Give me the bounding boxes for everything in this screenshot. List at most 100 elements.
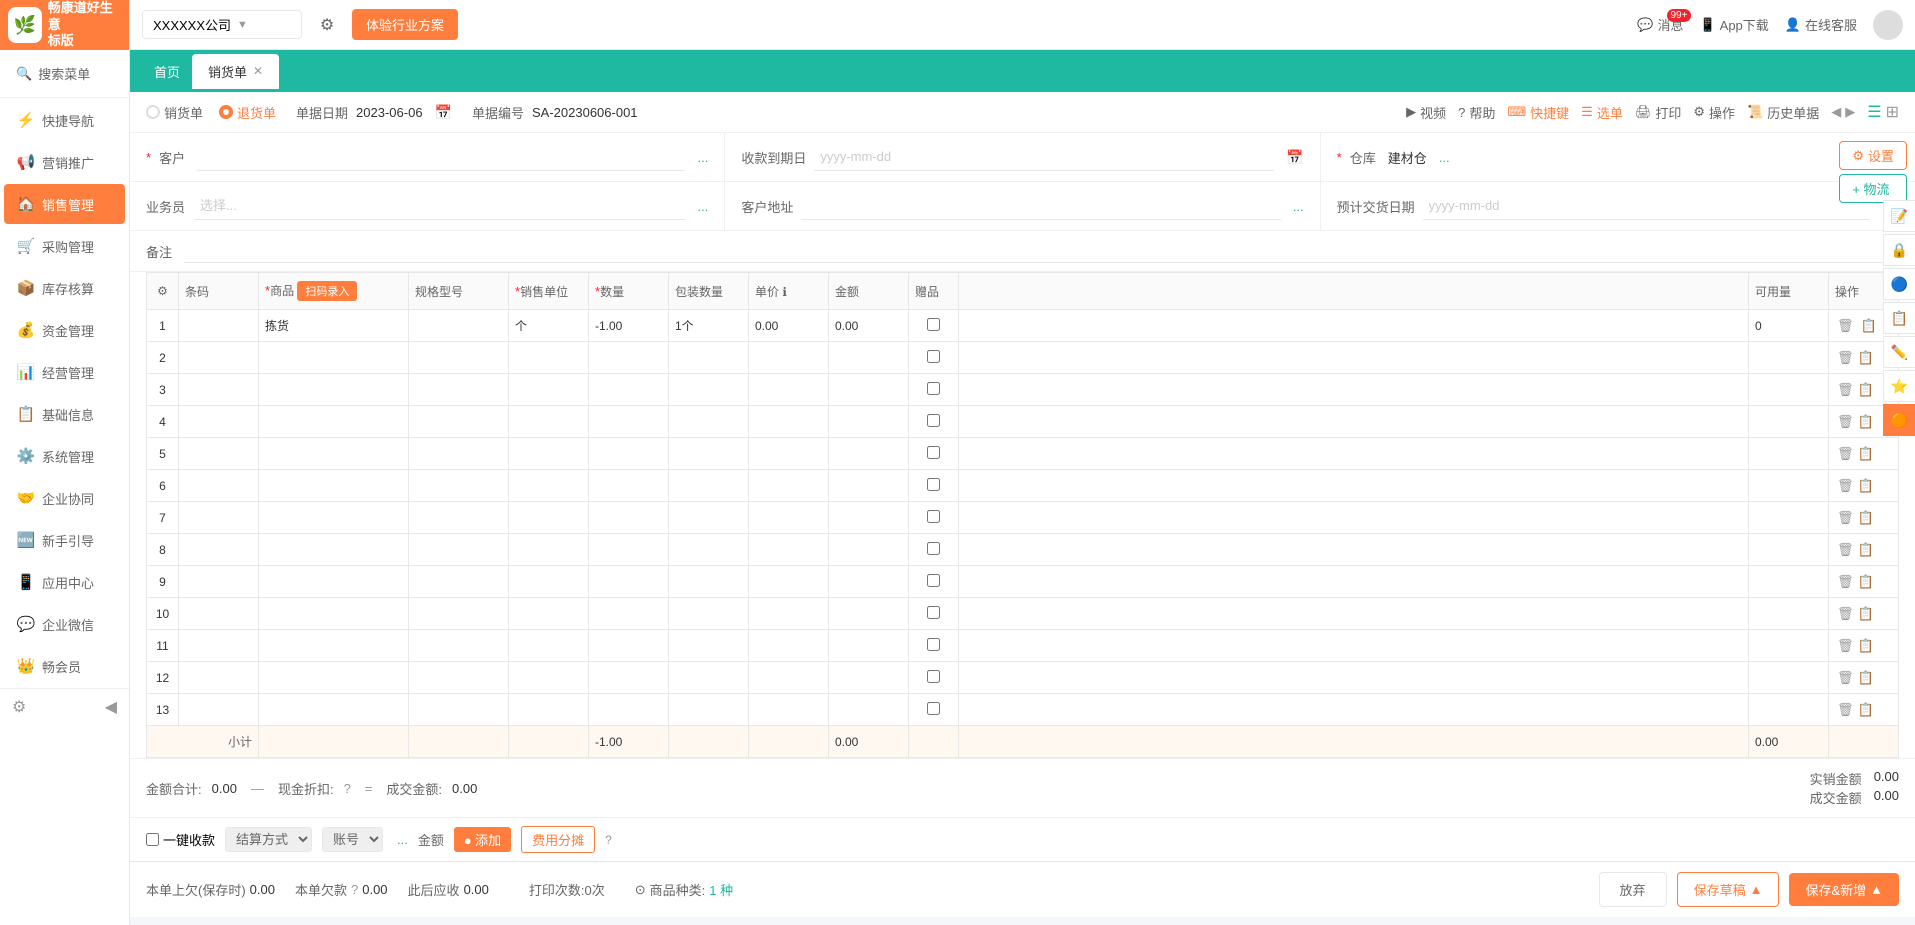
account-dots-icon[interactable]: ... xyxy=(397,832,408,847)
sidebar-item-operations[interactable]: 📊 经营管理 xyxy=(4,352,125,392)
float-btn-3[interactable]: 🔵 xyxy=(1883,268,1915,300)
delete-icon[interactable]: 🗑 xyxy=(1837,414,1854,429)
online-service-item[interactable]: 👤 在线客服 xyxy=(1785,15,1857,34)
sidebar-item-system[interactable]: ⚙️ 系统管理 xyxy=(4,436,125,476)
prev-arrow[interactable]: ◀ xyxy=(1831,104,1841,120)
sidebar-item-member[interactable]: 👑 畅会员 xyxy=(4,646,125,686)
salesperson-input[interactable] xyxy=(194,192,685,220)
save-new-button[interactable]: 保存&新增 ▲ xyxy=(1789,873,1899,906)
delete-icon[interactable]: 🗑 xyxy=(1837,382,1854,397)
logistics-button[interactable]: + 物流 xyxy=(1839,174,1907,203)
barcode-1[interactable] xyxy=(179,310,259,342)
float-btn-4[interactable]: 📋 xyxy=(1883,302,1915,334)
due-date-calendar-icon[interactable]: 📅 xyxy=(1286,149,1303,166)
spec-1[interactable] xyxy=(409,310,509,342)
delete-icon[interactable]: 🗑 xyxy=(1837,638,1854,653)
sidebar-item-purchase[interactable]: 🛒 采购管理 xyxy=(4,226,125,266)
delete-icon[interactable]: 🗑 xyxy=(1837,478,1854,493)
sidebar-item-newbie[interactable]: 🆕 新手引导 xyxy=(4,520,125,560)
tab-close-icon[interactable]: ✕ xyxy=(253,64,263,78)
account-select[interactable]: 账号 xyxy=(322,827,383,852)
radio-return-order[interactable]: 退货单 xyxy=(219,103,276,122)
gift-1[interactable] xyxy=(909,310,959,342)
delete-icon[interactable]: 🗑 xyxy=(1837,350,1854,365)
operation-link[interactable]: ⚙ 操作 xyxy=(1693,103,1735,122)
copy-icon[interactable]: 📋 xyxy=(1858,478,1874,493)
calendar-icon[interactable]: 📅 xyxy=(435,104,452,121)
collapse-icon[interactable]: ◀ xyxy=(105,697,117,717)
copy-icon[interactable]: 📋 xyxy=(1858,606,1874,621)
copy-icon[interactable]: 📋 xyxy=(1858,414,1874,429)
select-link[interactable]: ☰ 选单 xyxy=(1581,103,1623,122)
video-link[interactable]: ▶ 视频 xyxy=(1406,103,1446,122)
copy-icon[interactable]: 📋 xyxy=(1858,702,1874,717)
scan-btn[interactable]: 扫码录入 xyxy=(297,281,357,301)
tab-sales-order[interactable]: 销货单 ✕ xyxy=(192,54,279,89)
quick-pay-check[interactable] xyxy=(146,833,159,846)
shortcut-link[interactable]: ⌨ 快捷键 xyxy=(1507,103,1569,122)
notes-input[interactable] xyxy=(184,239,1899,263)
settings-icon[interactable]: ⚙ xyxy=(12,697,26,717)
expense-help-icon[interactable]: ? xyxy=(605,833,612,847)
add-payment-button[interactable]: ● 添加 xyxy=(454,827,511,852)
next-arrow[interactable]: ▶ xyxy=(1845,104,1855,120)
delete-icon[interactable]: 🗑 xyxy=(1837,606,1854,621)
sidebar-item-quick-nav[interactable]: ⚡ 快捷导航 xyxy=(4,100,125,140)
copy-icon[interactable]: 📋 xyxy=(1858,542,1874,557)
discard-button[interactable]: 放弃 xyxy=(1599,872,1667,907)
grid-view-icon[interactable]: ⊞ xyxy=(1886,102,1899,122)
copy-icon-1[interactable]: 📋 xyxy=(1861,318,1877,333)
delivery-date-input[interactable] xyxy=(1423,192,1870,220)
tab-home[interactable]: 首页 xyxy=(142,54,192,89)
print-link[interactable]: 🖨 打印 xyxy=(1635,103,1682,122)
list-view-icon[interactable]: ☰ xyxy=(1867,102,1881,122)
sidebar-item-inventory[interactable]: 📦 库存核算 xyxy=(4,268,125,308)
copy-icon[interactable]: 📋 xyxy=(1858,638,1874,653)
warehouse-more-icon[interactable]: ... xyxy=(1439,150,1450,165)
th-settings[interactable]: ⚙ xyxy=(147,273,179,310)
copy-icon[interactable]: 📋 xyxy=(1858,574,1874,589)
quick-pay-checkbox[interactable]: 一键收款 xyxy=(146,830,215,849)
help-circle-2[interactable]: ? xyxy=(351,882,358,897)
sidebar-item-sales[interactable]: 🏠 销售管理 xyxy=(4,184,125,224)
copy-icon[interactable]: 📋 xyxy=(1858,350,1874,365)
customer-input[interactable] xyxy=(197,143,685,171)
due-date-input[interactable] xyxy=(814,143,1274,171)
avatar[interactable] xyxy=(1873,10,1903,40)
sidebar-item-finance[interactable]: 💰 资金管理 xyxy=(4,310,125,350)
delete-icon[interactable]: 🗑 xyxy=(1837,574,1854,589)
delete-icon-1[interactable]: 🗑 xyxy=(1837,318,1854,333)
help-circle-icon[interactable]: ? xyxy=(344,781,351,796)
company-selector[interactable]: XXXXXX公司 ▼ xyxy=(142,10,302,39)
delete-icon[interactable]: 🗑 xyxy=(1837,446,1854,461)
settings-button[interactable]: ⚙ 设置 xyxy=(1839,141,1907,170)
copy-icon[interactable]: 📋 xyxy=(1858,382,1874,397)
sidebar-item-enterprise[interactable]: 🤝 企业协同 xyxy=(4,478,125,518)
unit-price-1[interactable]: 0.00 xyxy=(749,310,829,342)
save-draft-button[interactable]: 保存草稿 ▲ xyxy=(1677,872,1780,907)
delete-icon[interactable]: 🗑 xyxy=(1837,702,1854,717)
float-btn-6[interactable]: ⭐ xyxy=(1883,370,1915,402)
copy-icon[interactable]: 📋 xyxy=(1858,670,1874,685)
copy-icon[interactable]: 📋 xyxy=(1858,510,1874,525)
history-link[interactable]: 📜 历史单据 xyxy=(1747,103,1819,122)
float-btn-2[interactable]: 🔒 xyxy=(1883,234,1915,266)
delete-icon[interactable]: 🗑 xyxy=(1837,542,1854,557)
customer-addr-input[interactable] xyxy=(801,192,1280,220)
salesperson-more-icon[interactable]: ... xyxy=(697,199,708,214)
qty-1[interactable]: -1.00 xyxy=(589,310,669,342)
search-menu-item[interactable]: 🔍 搜索菜单 xyxy=(8,58,121,89)
sidebar-item-appcenter[interactable]: 📱 应用中心 xyxy=(4,562,125,602)
float-btn-5[interactable]: ✏️ xyxy=(1883,336,1915,368)
radio-sales-order[interactable]: 销货单 xyxy=(146,103,203,122)
payment-method-select[interactable]: 结算方式 xyxy=(225,827,312,852)
gear-button[interactable]: ⚙ xyxy=(312,10,342,40)
sidebar-item-wecom[interactable]: 💬 企业微信 xyxy=(4,604,125,644)
float-btn-1[interactable]: 📝 xyxy=(1883,200,1915,232)
customer-more-icon[interactable]: ... xyxy=(697,150,708,165)
copy-icon[interactable]: 📋 xyxy=(1858,446,1874,461)
trial-button[interactable]: 体验行业方案 xyxy=(352,9,458,40)
sidebar-item-basic[interactable]: 📋 基础信息 xyxy=(4,394,125,434)
amount-1[interactable]: 0.00 xyxy=(829,310,909,342)
app-download-item[interactable]: 📱 App下载 xyxy=(1699,15,1768,34)
